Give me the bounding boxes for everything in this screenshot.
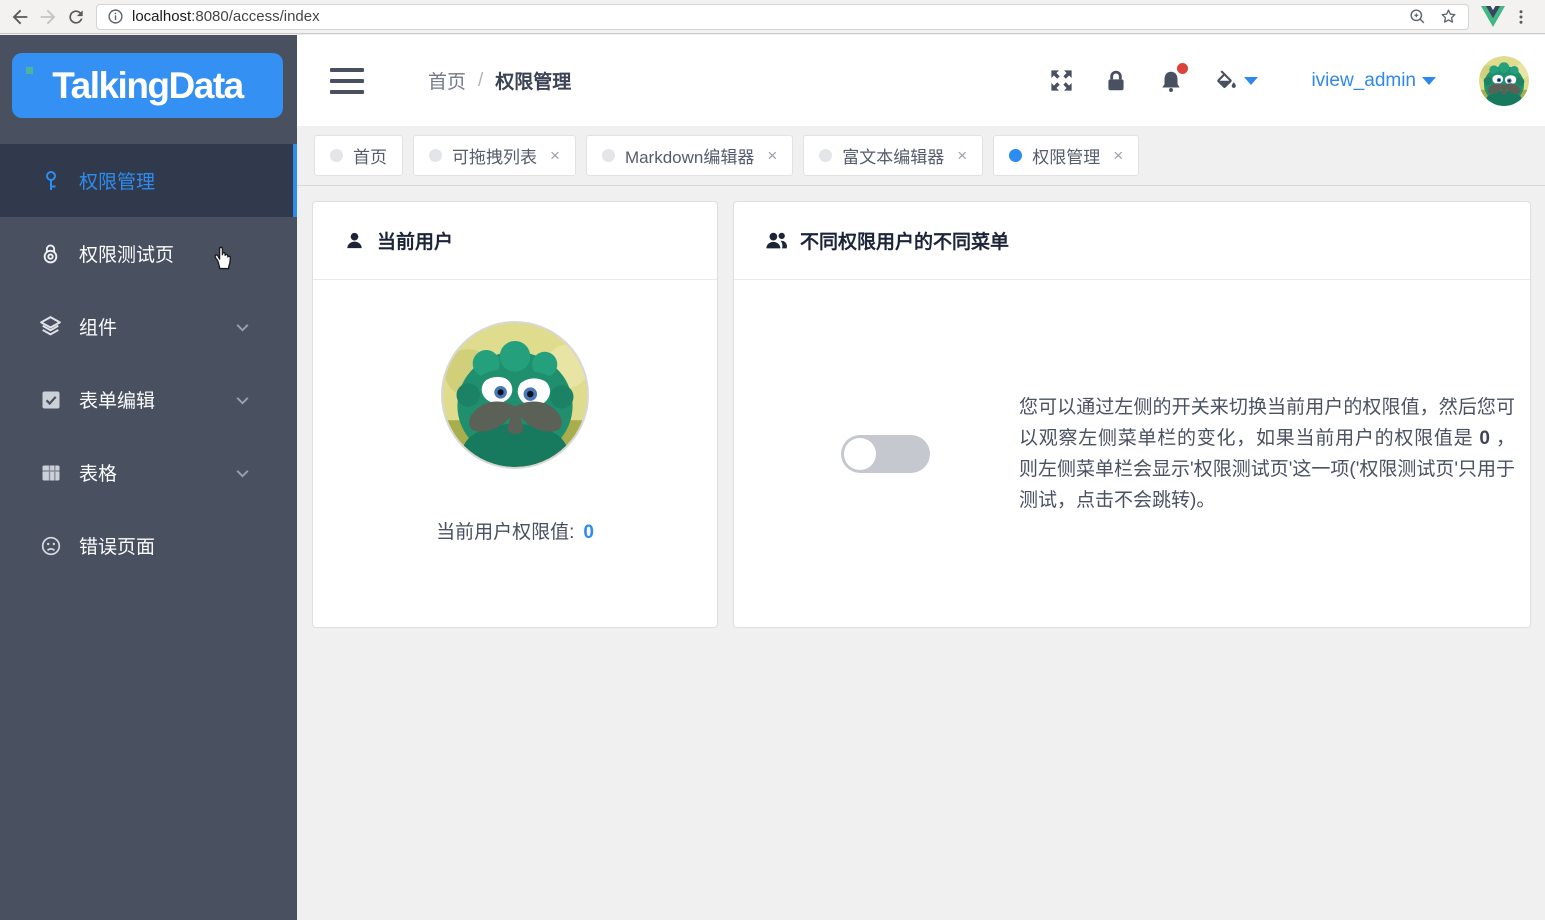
theme-switcher[interactable] — [1212, 67, 1259, 95]
close-icon[interactable]: × — [767, 147, 777, 164]
page-info-icon[interactable] — [107, 8, 124, 25]
tab-status-dot — [601, 149, 615, 162]
breadcrumb-separator: / — [478, 69, 484, 91]
sidebar-item-label: 权限测试页 — [79, 245, 175, 266]
address-bar[interactable]: localhost:8080/access/index — [96, 3, 1469, 30]
breadcrumb-home[interactable]: 首页 — [428, 67, 466, 94]
notification-bell-icon[interactable] — [1157, 62, 1189, 95]
permission-line: 当前用户权限值: 0 — [313, 517, 717, 544]
permission-menus-card: 不同权限用户的不同菜单 您可以通过左侧的开关来切换当前用户的权限值，然后您可以观… — [733, 201, 1531, 628]
current-user-card: 当前用户 当前用户权限值: 0 — [312, 201, 718, 628]
sidebar-item-tables[interactable]: 表格 — [0, 436, 297, 509]
sidebar-item-components[interactable]: 组件 — [0, 290, 297, 363]
tab-status-dot — [819, 149, 833, 162]
key-icon — [37, 167, 64, 194]
sidebar-item-label: 组件 — [79, 318, 118, 339]
checkbox-icon — [37, 386, 64, 413]
breadcrumb: 首页 / 权限管理 — [428, 67, 571, 94]
tab-access-admin[interactable]: 权限管理 × — [993, 135, 1140, 176]
logo-text: TalkingData — [52, 64, 244, 106]
main-area: 首页 / 权限管理 iview_admin 首页 可拖拽列表 × Markdow… — [297, 35, 1545, 920]
browser-forward-icon[interactable] — [34, 3, 62, 31]
tab-draggable-list[interactable]: 可拖拽列表 × — [413, 135, 576, 176]
browser-toolbar: localhost:8080/access/index — [0, 0, 1545, 34]
chevron-down-icon — [1244, 76, 1259, 85]
top-header: 首页 / 权限管理 iview_admin — [297, 35, 1545, 126]
sidebar: TalkingData 权限管理 权限测试页 组件 表单编辑 表格 错误页面 — [0, 35, 297, 920]
current-user-avatar — [441, 321, 589, 469]
unread-badge — [1177, 62, 1189, 74]
chevron-down-icon — [234, 465, 251, 488]
header-actions: iview_admin — [1047, 56, 1529, 106]
url-text: localhost:8080/access/index — [132, 8, 1408, 25]
logo-accent-dot — [26, 67, 33, 74]
tab-status-dot — [1009, 149, 1023, 162]
sad-face-icon — [37, 532, 64, 559]
card-header: 当前用户 — [313, 202, 717, 280]
sidebar-item-form-edit[interactable]: 表单编辑 — [0, 363, 297, 436]
theme-paint-icon — [1212, 67, 1240, 95]
sidebar-item-label: 表格 — [79, 464, 118, 485]
description-text: 您可以通过左侧的开关来切换当前用户的权限值，然后您可以观察左侧菜单栏的变化，如果… — [1019, 397, 1515, 449]
close-icon[interactable]: × — [1113, 147, 1123, 164]
tab-label: 富文本编辑器 — [842, 148, 945, 167]
app-logo[interactable]: TalkingData — [12, 53, 283, 118]
app-root: TalkingData 权限管理 权限测试页 组件 表单编辑 表格 错误页面 首… — [0, 35, 1545, 920]
sidebar-item-access-admin[interactable]: 权限管理 — [0, 144, 297, 217]
user-avatar[interactable] — [1479, 56, 1529, 106]
sidebar-item-label: 表单编辑 — [79, 391, 156, 412]
tab-label: 权限管理 — [1032, 148, 1101, 167]
tab-rich-text-editor[interactable]: 富文本编辑器 × — [803, 135, 984, 176]
table-icon — [37, 459, 64, 486]
layers-icon — [37, 313, 64, 340]
user-menu[interactable]: iview_admin — [1311, 70, 1436, 92]
chevron-down-icon — [234, 319, 251, 342]
people-icon — [766, 232, 787, 249]
chevron-down-icon — [234, 392, 251, 415]
close-icon[interactable]: × — [550, 147, 560, 164]
tab-label: 可拖拽列表 — [452, 148, 537, 167]
browser-menu-icon[interactable] — [1507, 3, 1535, 31]
permission-value: 0 — [583, 522, 594, 543]
close-icon[interactable]: × — [957, 147, 967, 164]
card-title: 当前用户 — [377, 232, 454, 253]
username: iview_admin — [1311, 69, 1416, 91]
url-host: localhost — [132, 8, 192, 25]
tab-status-dot — [429, 149, 442, 162]
sidebar-item-label: 错误页面 — [79, 537, 156, 558]
card-header: 不同权限用户的不同菜单 — [734, 202, 1530, 280]
sidebar-menu: 权限管理 权限测试页 组件 表单编辑 表格 错误页面 — [0, 144, 297, 582]
sidebar-item-error-pages[interactable]: 错误页面 — [0, 509, 297, 582]
tab-label: Markdown编辑器 — [624, 148, 755, 167]
collapse-menu-icon[interactable] — [330, 67, 364, 94]
tab-status-dot — [330, 149, 343, 162]
lock-icon — [37, 240, 64, 267]
breadcrumb-current: 权限管理 — [495, 72, 572, 93]
description-bold-value: 0 — [1479, 428, 1490, 449]
sidebar-item-label: 权限管理 — [79, 172, 156, 193]
vue-devtools-icon[interactable] — [1479, 3, 1507, 31]
url-path: :8080/access/index — [191, 8, 320, 25]
chevron-down-icon — [1422, 76, 1436, 85]
lock-screen-icon[interactable] — [1102, 67, 1130, 95]
tab-markdown-editor[interactable]: Markdown编辑器 × — [585, 135, 794, 176]
permission-toggle[interactable] — [841, 435, 930, 473]
zoom-page-icon[interactable] — [1408, 7, 1427, 26]
sidebar-item-access-test[interactable]: 权限测试页 — [0, 217, 297, 290]
permission-label: 当前用户权限值: — [436, 522, 575, 543]
browser-back-icon[interactable] — [6, 3, 34, 31]
tab-home[interactable]: 首页 — [314, 135, 403, 176]
card-title: 不同权限用户的不同菜单 — [800, 232, 1010, 253]
page-tabs: 首页 可拖拽列表 × Markdown编辑器 × 富文本编辑器 × 权限管理 × — [297, 126, 1545, 186]
screen: localhost:8080/access/index TalkingData — [0, 0, 1545, 920]
browser-refresh-icon[interactable] — [62, 3, 90, 31]
permission-description: 您可以通过左侧的开关来切换当前用户的权限值，然后您可以观察左侧菜单栏的变化，如果… — [1019, 392, 1515, 516]
fullscreen-icon[interactable] — [1047, 67, 1075, 95]
tab-label: 首页 — [353, 148, 387, 167]
bookmark-star-icon[interactable] — [1439, 7, 1458, 26]
person-icon — [347, 232, 362, 249]
